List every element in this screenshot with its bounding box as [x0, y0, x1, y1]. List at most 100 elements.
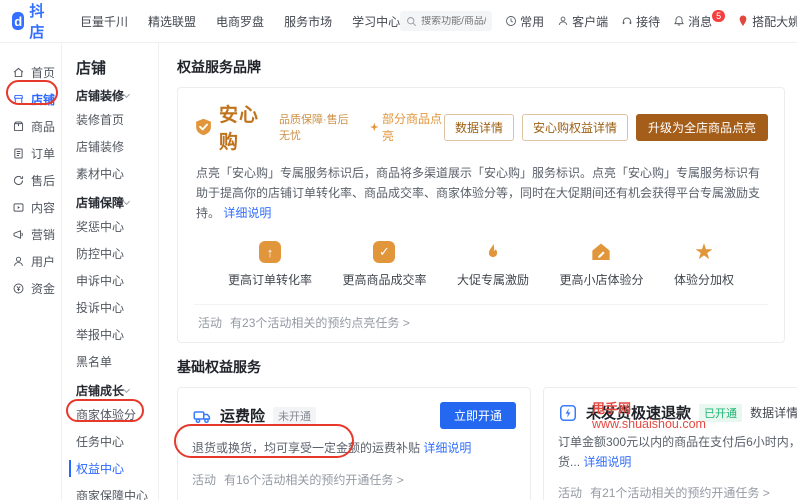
box-icon	[12, 120, 25, 133]
quick-reception-label: 接待	[636, 13, 660, 30]
person-icon	[557, 15, 569, 27]
global-search[interactable]	[400, 11, 492, 31]
topnav-juliang-qianchuan[interactable]: 巨量千川	[80, 13, 128, 30]
topnav-fuwu-shichang[interactable]: 服务市场	[284, 13, 332, 30]
open-now-button[interactable]: 立即开通	[440, 402, 516, 429]
submenu-item-merchant-protection[interactable]: 商家保障中心	[76, 482, 158, 500]
service-name: 未发货极速退款	[586, 402, 691, 423]
submenu-item-task-center[interactable]: 任务中心	[76, 428, 158, 455]
submenu-item-appeal-center[interactable]: 申诉中心	[76, 267, 158, 294]
document-icon	[12, 147, 25, 160]
submenu-item-risk-control[interactable]: 防控中心	[76, 240, 158, 267]
submenu-item-reward-punish[interactable]: 奖惩中心	[76, 213, 158, 240]
sidebar-item-content[interactable]: 内容	[0, 194, 61, 221]
lightning-icon	[558, 403, 578, 423]
detail-link[interactable]: 详细说明	[583, 455, 631, 469]
chevron-down-icon	[123, 197, 130, 204]
service-description: 订单金额300元以内的商品在支付后6小时内，且订单为待发货... 详细说明	[558, 433, 797, 471]
main-content: 权益服务品牌 安心购 品质保障·售后无忧 部分商品点亮 数据详情 安心购权益详情…	[159, 43, 797, 500]
status-badge: 未开通	[273, 407, 316, 425]
logo-text: 抖店	[29, 0, 50, 42]
benefit-score-weight: ★ 体验分加权	[674, 241, 734, 288]
brand-detail-link[interactable]: 详细说明	[223, 206, 271, 220]
submenu-item-material-center[interactable]: 素材中心	[76, 160, 158, 187]
sparkle-icon	[370, 122, 379, 132]
submenu-item-complaint-center[interactable]: 投诉中心	[76, 294, 158, 321]
submenu-item-report-center[interactable]: 举报中心	[76, 321, 158, 348]
topnav-jingxuan-lianmeng[interactable]: 精选联盟	[148, 13, 196, 30]
upgrade-all-products-button[interactable]: 升级为全店商品点亮	[636, 114, 768, 141]
group-shop-growth[interactable]: 店铺成长	[76, 383, 148, 398]
brand-activity-row[interactable]: 活动 有23个活动相关的预约点亮任务 >	[194, 304, 768, 342]
activity-text: 有23个活动相关的预约点亮任务 >	[230, 314, 410, 331]
submenu-item-shop-decoration[interactable]: 店铺装修	[76, 133, 158, 160]
topbar: d 抖店 巨量千川 精选联盟 电商罗盘 服务市场 学习中心 常用 客户端	[0, 0, 797, 43]
douyin-store-logo[interactable]: d 抖店	[12, 0, 50, 42]
clock-icon	[505, 15, 517, 27]
quick-messages-label: 消息	[688, 13, 712, 30]
sidebar-item-home[interactable]: 首页	[0, 59, 61, 86]
services-grid: 运费险 未开通 立即开通 退货或换货，均可享受一定金额的运费补贴 详细说明 活动…	[177, 387, 785, 500]
chevron-down-icon	[123, 385, 130, 392]
topnav-xuexi-zhongxin[interactable]: 学习中心	[352, 13, 400, 30]
group-shop-protection[interactable]: 店铺保障	[76, 195, 148, 210]
quick-reception[interactable]: 接待	[621, 13, 660, 30]
submenu-title: 店铺	[76, 57, 158, 78]
anxingou-shield-icon	[194, 116, 213, 138]
message-count-badge: 5	[712, 10, 725, 22]
activity-tag: 活动	[198, 314, 222, 331]
submenu-item-blacklist[interactable]: 黑名单	[76, 348, 158, 375]
sidebar-item-aftersale[interactable]: 售后	[0, 167, 61, 194]
primary-sidebar: 首页 店铺 商品 订单 售后 内容	[0, 43, 62, 500]
submenu-item-experience-score[interactable]: 商家体验分	[76, 401, 158, 428]
anxingou-rights-detail-button[interactable]: 安心购权益详情	[522, 114, 628, 141]
star-icon: ★	[694, 241, 714, 263]
sidebar-item-funds[interactable]: 资金	[0, 275, 61, 302]
data-detail-button[interactable]: 数据详情	[444, 114, 514, 141]
sidebar-item-shop[interactable]: 店铺	[0, 86, 61, 113]
quick-common[interactable]: 常用	[505, 13, 544, 30]
brand-benefits: ↑ 更高订单转化率 ✓ 更高商品成交率 大促专属激励 更高小店体验分	[194, 227, 768, 304]
anxingou-brand-card: 安心购 品质保障·售后无忧 部分商品点亮 数据详情 安心购权益详情 升级为全店商…	[177, 87, 785, 343]
quick-messages[interactable]: 消息 5	[673, 13, 725, 30]
sidebar-item-label: 内容	[31, 199, 55, 216]
sidebar-item-label: 资金	[31, 280, 55, 297]
brand-section-title: 权益服务品牌	[177, 57, 785, 77]
quick-client[interactable]: 客户端	[557, 13, 608, 30]
submenu-item-decoration-home[interactable]: 装修首页	[76, 106, 158, 133]
service-activity-row[interactable]: 活动 有21个活动相关的预约开通任务 >	[558, 484, 797, 500]
shop-submenu: 店铺 店铺装修 装修首页 店铺装修 素材中心 店铺保障 奖惩中心 防控中心 申诉…	[62, 43, 159, 500]
house-pencil-icon	[590, 241, 612, 263]
user-icon	[12, 255, 25, 268]
sidebar-item-label: 店铺	[31, 91, 55, 108]
brand-light-status: 部分商品点亮	[370, 110, 444, 144]
brand-description: 点亮「安心购」专属服务标识后，商品将多渠道展示「安心购」服务标识。点亮「安心购」…	[196, 164, 766, 223]
sidebar-item-label: 商品	[31, 118, 55, 135]
topnav-dianshang-luopan[interactable]: 电商罗盘	[216, 13, 264, 30]
coin-icon	[12, 282, 25, 295]
benefit-order-conversion: ↑ 更高订单转化率	[228, 241, 312, 288]
detail-link[interactable]: 详细说明	[423, 441, 471, 455]
sidebar-item-orders[interactable]: 订单	[0, 140, 61, 167]
sidebar-item-users[interactable]: 用户	[0, 248, 61, 275]
megaphone-icon	[12, 228, 25, 241]
status-badge: 已开通	[699, 404, 742, 422]
brand-name: 安心购	[219, 100, 271, 154]
topbar-right: 常用 客户端 接待 消息 5 搭配大姚杂货店	[400, 11, 797, 31]
services-section-title: 基础权益服务	[177, 357, 785, 377]
sidebar-item-label: 售后	[31, 172, 55, 189]
search-input[interactable]	[421, 16, 486, 27]
service-name: 运费险	[220, 405, 265, 426]
benefit-transaction-rate: ✓ 更高商品成交率	[342, 241, 426, 288]
sidebar-item-goods[interactable]: 商品	[0, 113, 61, 140]
pin-icon	[738, 15, 748, 27]
sidebar-item-marketing[interactable]: 营销	[0, 221, 61, 248]
headset-icon	[621, 15, 633, 27]
group-shop-decoration[interactable]: 店铺装修	[76, 88, 148, 103]
account-menu[interactable]: 搭配大姚杂货店	[738, 13, 797, 30]
submenu-item-rights-center[interactable]: 权益中心	[76, 455, 158, 482]
data-detail-link[interactable]: 数据详情	[750, 404, 797, 421]
home-icon	[12, 66, 25, 79]
service-activity-row[interactable]: 活动 有16个活动相关的预约开通任务 >	[192, 471, 516, 488]
check-badge-icon: ✓	[373, 241, 395, 263]
